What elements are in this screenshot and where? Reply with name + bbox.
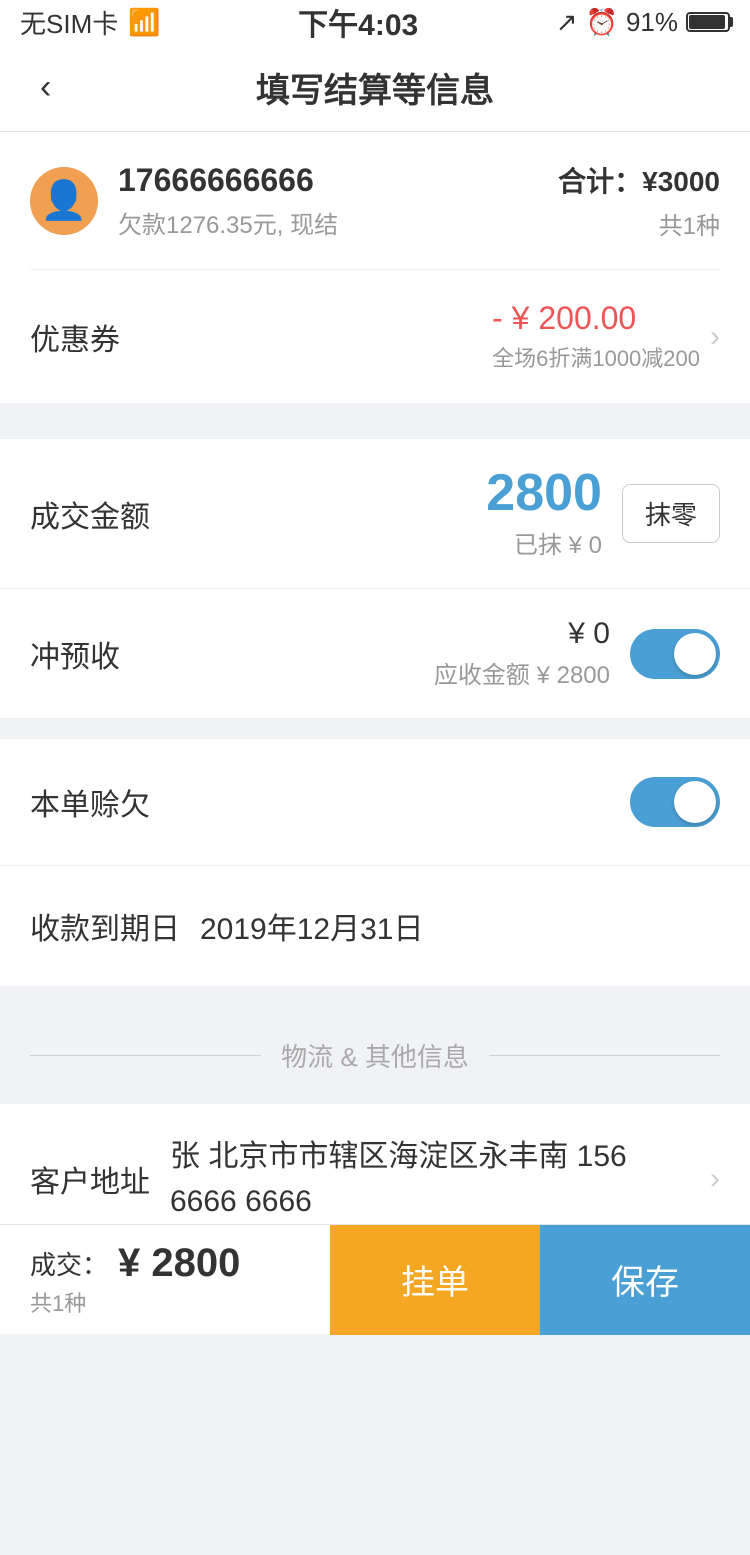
bottom-summary-top: 成交： ¥ 2800 bbox=[30, 1241, 300, 1286]
address-label: 客户地址 bbox=[30, 1157, 150, 1201]
prepay-sub: 应收金额 ¥ 2800 bbox=[434, 655, 610, 690]
round-button[interactable]: 抹零 bbox=[622, 484, 720, 543]
coupon-row[interactable]: 优惠券 - ¥ 200.00 全场6折满1000减200 › bbox=[30, 269, 720, 403]
user-info-left: 17666666666 欠款1276.35元, 现结 bbox=[118, 162, 558, 240]
bottom-deal-label: 成交： bbox=[30, 1245, 108, 1282]
duedate-value: 2019年12月31日 bbox=[200, 904, 423, 948]
prepay-value-group: ¥ 0 应收金额 ¥ 2800 bbox=[434, 617, 610, 690]
status-left: 无SIM卡 📶 bbox=[20, 4, 161, 41]
debt-row: 本单赊欠 bbox=[0, 739, 750, 866]
deal-amount-right: 2800 已抹 ¥ 0 抹零 bbox=[486, 467, 720, 560]
deal-amount-sub: 已抹 ¥ 0 bbox=[486, 525, 602, 560]
logistics-text: 物流 & 其他信息 bbox=[281, 1037, 469, 1074]
carrier-text: 无SIM卡 bbox=[20, 4, 118, 41]
prepay-right: ¥ 0 应收金额 ¥ 2800 bbox=[434, 617, 720, 690]
deal-amount-row: 成交金额 2800 已抹 ¥ 0 抹零 bbox=[0, 439, 750, 589]
total-label: 合计：¥3000 bbox=[558, 160, 720, 200]
bottom-deal-count: 共1种 bbox=[30, 1286, 300, 1318]
divider-3 bbox=[0, 987, 750, 1007]
address-value: 张 北京市市辖区海淀区永丰南 156 6666 6666 bbox=[170, 1134, 690, 1224]
user-info-card: 👤 17666666666 欠款1276.35元, 现结 合计：¥3000 共1… bbox=[0, 132, 750, 403]
debt-toggle[interactable] bbox=[630, 777, 720, 827]
coupon-discount: - ¥ 200.00 bbox=[492, 300, 700, 337]
duedate-label: 收款到期日 bbox=[30, 904, 180, 948]
bottom-bar: 成交： ¥ 2800 共1种 挂单 保存 bbox=[0, 1224, 750, 1334]
user-info-row: 👤 17666666666 欠款1276.35元, 现结 合计：¥3000 共1… bbox=[30, 132, 720, 269]
user-info-right: 合计：¥3000 共1种 bbox=[558, 160, 720, 241]
logistics-line-left bbox=[30, 1055, 261, 1056]
back-button[interactable]: ‹ bbox=[30, 58, 61, 117]
divider-1 bbox=[0, 419, 750, 439]
nav-bar: ‹ 填写结算等信息 bbox=[0, 44, 750, 132]
prepay-label: 冲预收 bbox=[30, 632, 120, 676]
battery-icon bbox=[686, 12, 730, 32]
prepay-toggle[interactable] bbox=[630, 629, 720, 679]
coupon-right: - ¥ 200.00 全场6折满1000减200 › bbox=[492, 300, 720, 373]
logistics-divider: 物流 & 其他信息 bbox=[0, 1007, 750, 1104]
deal-amount-value: 2800 bbox=[486, 467, 602, 519]
user-phone: 17666666666 bbox=[118, 162, 558, 199]
content: 👤 17666666666 欠款1276.35元, 现结 合计：¥3000 共1… bbox=[0, 132, 750, 1555]
battery-text: 91% bbox=[626, 7, 678, 38]
wifi-icon: 📶 bbox=[128, 7, 160, 38]
bottom-summary: 成交： ¥ 2800 共1种 bbox=[0, 1241, 330, 1318]
total-count: 共1种 bbox=[558, 206, 720, 241]
prepay-row: 冲预收 ¥ 0 应收金额 ¥ 2800 bbox=[0, 589, 750, 719]
duedate-row: 收款到期日 2019年12月31日 bbox=[0, 866, 750, 987]
logistics-line-right bbox=[489, 1055, 720, 1056]
coupon-chevron-icon: › bbox=[710, 320, 720, 354]
divider-2 bbox=[0, 719, 750, 739]
alarm-icon: ⏰ bbox=[586, 7, 618, 38]
deal-amount-value-group: 2800 已抹 ¥ 0 bbox=[486, 467, 602, 560]
debt-label: 本单赊欠 bbox=[30, 780, 150, 824]
status-right: ↗ ⏰ 91% bbox=[556, 7, 730, 38]
bottom-deal-amount: ¥ 2800 bbox=[118, 1241, 240, 1286]
hang-button[interactable]: 挂单 bbox=[330, 1225, 540, 1335]
save-button[interactable]: 保存 bbox=[540, 1225, 750, 1335]
avatar: 👤 bbox=[30, 167, 98, 235]
coupon-label: 优惠券 bbox=[30, 315, 120, 359]
location-icon: ↗ bbox=[556, 7, 578, 38]
user-debt: 欠款1276.35元, 现结 bbox=[118, 205, 558, 240]
status-time: 下午4:03 bbox=[298, 0, 418, 44]
coupon-desc: 全场6折满1000减200 bbox=[492, 341, 700, 373]
page-title: 填写结算等信息 bbox=[256, 63, 494, 112]
deal-amount-label: 成交金额 bbox=[30, 492, 150, 536]
address-chevron-icon: › bbox=[710, 1162, 720, 1196]
prepay-value: ¥ 0 bbox=[434, 617, 610, 651]
status-bar: 无SIM卡 📶 下午4:03 ↗ ⏰ 91% bbox=[0, 0, 750, 44]
